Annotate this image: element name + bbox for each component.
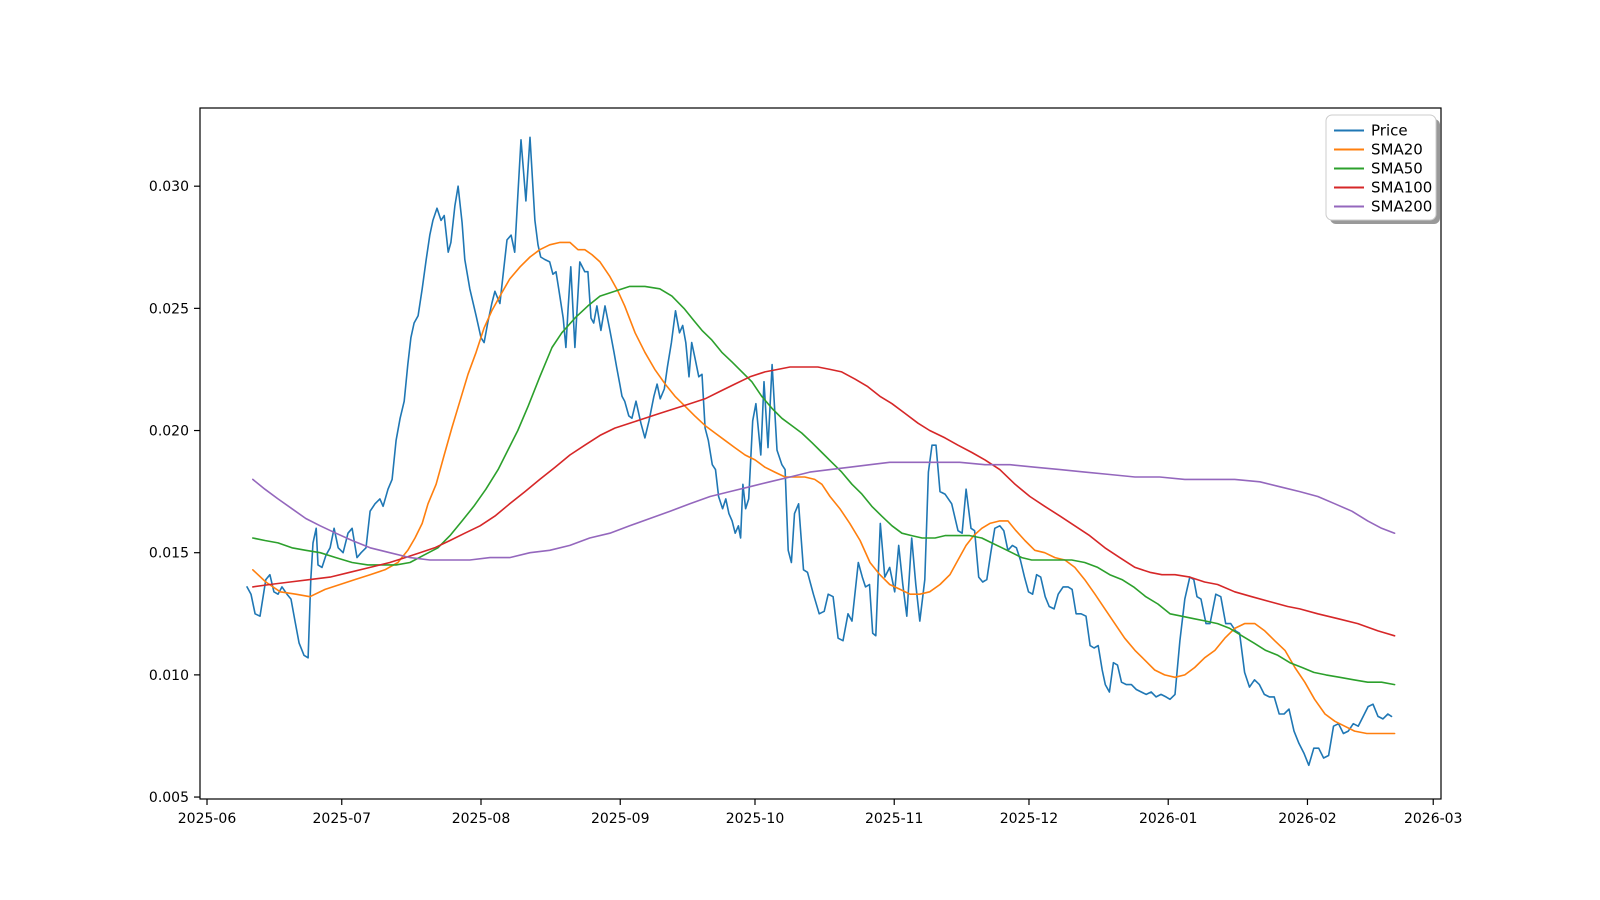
legend-label-sma20: SMA20 [1371,141,1423,159]
y-tick-label-1: 0.010 [149,668,189,684]
x-tick-label-9: 2026-03 [1404,811,1463,827]
x-tick-label-4: 2025-10 [726,811,785,827]
sma20-line [252,241,1396,735]
x-tick-label-5: 2025-11 [865,811,924,827]
x-tick-label-3: 2025-09 [591,811,650,827]
x-tick-label-6: 2025-12 [1000,811,1059,827]
x-tick-label-0: 2025-06 [178,811,237,827]
sma50-line [252,285,1396,686]
x-tick-label-1: 2025-07 [313,811,372,827]
x-tick-label-8: 2026-02 [1278,811,1337,827]
y-tick-label-2: 0.015 [149,546,189,562]
chart-canvas: 2025-06 2025-07 2025-08 2025-09 2025-10 2025-… [149,107,1463,827]
legend-label-price: Price [1371,122,1408,140]
price-line [246,136,1393,767]
y-tick-label-5: 0.030 [149,179,189,195]
x-tick-label-7: 2026-01 [1139,811,1198,827]
y-tick-label-3: 0.020 [149,424,189,440]
sma100-line [252,366,1396,637]
legend-label-sma100: SMA100 [1371,179,1432,197]
sma200-line [252,461,1396,561]
figure: 2025-06 2025-07 2025-08 2025-09 2025-10 2025-… [0,0,1600,900]
y-tick-label-0: 0.005 [149,790,189,806]
legend-label-sma50: SMA50 [1371,160,1423,178]
plot-border [199,107,1442,800]
x-tick-label-2: 2025-08 [452,811,511,827]
legend-label-sma200: SMA200 [1371,198,1432,216]
y-tick-label-4: 0.025 [149,301,189,317]
